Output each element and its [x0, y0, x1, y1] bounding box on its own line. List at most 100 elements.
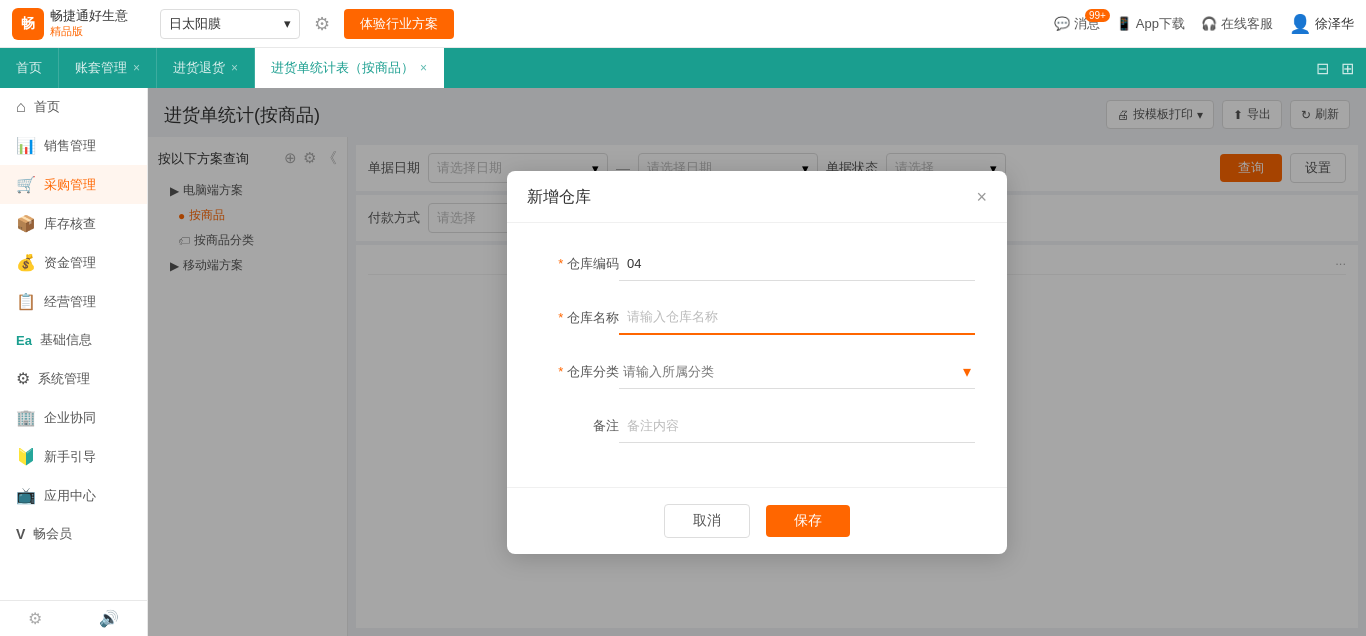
top-right-area: 💬 消息 99+ 📱 App下载 🎧 在线客服 👤 徐泽华	[1054, 13, 1354, 35]
tab-expand-icon[interactable]: ⊞	[1337, 57, 1358, 80]
sidebar-basic-info-label: 基础信息	[40, 331, 92, 349]
tab-purchase-stats-label: 进货单统计表（按商品）	[271, 59, 414, 77]
sidebar-apps-label: 应用中心	[44, 487, 96, 505]
tab-account-close-icon[interactable]: ×	[133, 61, 140, 75]
sidebar-settings-icon[interactable]: ⚙	[28, 609, 42, 628]
sidebar-item-system[interactable]: ⚙ 系统管理	[0, 359, 147, 398]
sidebar-item-enterprise[interactable]: 🏢 企业协同	[0, 398, 147, 437]
cancel-button[interactable]: 取消	[664, 504, 750, 538]
warehouse-name-label: 仓库名称	[539, 309, 619, 327]
sidebar-finance-label: 资金管理	[44, 254, 96, 272]
inventory-icon: 📦	[16, 214, 36, 233]
online-service[interactable]: 🎧 在线客服	[1201, 15, 1273, 33]
sidebar-item-inventory[interactable]: 📦 库存核查	[0, 204, 147, 243]
warehouse-name-input[interactable]	[619, 301, 975, 335]
warehouse-category-input[interactable]	[623, 364, 963, 379]
tab-purchase-return-label: 进货退货	[173, 59, 225, 77]
app-label: App下载	[1136, 15, 1185, 33]
warehouse-code-input[interactable]	[619, 247, 975, 281]
sidebar-guide-label: 新手引导	[44, 448, 96, 466]
sidebar-audio-icon[interactable]: 🔊	[99, 609, 119, 628]
tab-purchase-return-close-icon[interactable]: ×	[231, 61, 238, 75]
modal-body: 仓库编码 仓库名称 仓库分类 ▾	[507, 223, 1007, 487]
sidebar-vip-label: 畅会员	[33, 525, 72, 543]
logo-icon: 畅	[12, 8, 44, 40]
app-icon: 📱	[1116, 16, 1132, 31]
sales-icon: 📊	[16, 136, 36, 155]
main-layout: ⌂ 首页 📊 销售管理 🛒 采购管理 📦 库存核查 💰 资金管理 📋 经营管理 …	[0, 88, 1366, 636]
tab-bar: 首页 账套管理 × 进货退货 × 进货单统计表（按商品） × ⊟ ⊞	[0, 48, 1366, 88]
avatar-icon: 👤	[1289, 13, 1311, 35]
modal-footer: 取消 保存	[507, 487, 1007, 554]
remark-input[interactable]	[619, 409, 975, 443]
modal-close-button[interactable]: ×	[976, 187, 987, 208]
home-icon: ⌂	[16, 98, 26, 116]
brand-name: 畅捷通好生意	[50, 8, 128, 25]
sidebar-item-sales[interactable]: 📊 销售管理	[0, 126, 147, 165]
try-industry-button[interactable]: 体验行业方案	[344, 9, 454, 39]
tab-home-label: 首页	[16, 59, 42, 77]
system-icon: ⚙	[16, 369, 30, 388]
user-area[interactable]: 👤 徐泽华	[1289, 13, 1354, 35]
dropdown-arrow-icon: ▾	[284, 16, 291, 31]
message-notif[interactable]: 💬 消息 99+	[1054, 15, 1100, 33]
warehouse-category-select[interactable]: ▾	[619, 355, 975, 389]
basic-info-icon: Ea	[16, 333, 32, 348]
sidebar-item-purchase[interactable]: 🛒 采购管理	[0, 165, 147, 204]
sidebar-system-label: 系统管理	[38, 370, 90, 388]
tab-account[interactable]: 账套管理 ×	[59, 48, 157, 88]
headset-icon: 🎧	[1201, 16, 1217, 31]
sidebar-purchase-label: 采购管理	[44, 176, 96, 194]
sidebar-item-apps[interactable]: 📺 应用中心	[0, 476, 147, 515]
sidebar-item-finance[interactable]: 💰 资金管理	[0, 243, 147, 282]
top-bar: 畅 畅捷通好生意 精品版 日太阳膜 ▾ ⚙ 体验行业方案 💬 消息 99+ 📱 …	[0, 0, 1366, 48]
sidebar-home-label: 首页	[34, 98, 60, 116]
enterprise-icon: 🏢	[16, 408, 36, 427]
app-download[interactable]: 📱 App下载	[1116, 15, 1185, 33]
warehouse-category-label: 仓库分类	[539, 363, 619, 381]
sidebar-enterprise-label: 企业协同	[44, 409, 96, 427]
remark-label: 备注	[539, 417, 619, 435]
apps-icon: 📺	[16, 486, 36, 505]
tab-account-label: 账套管理	[75, 59, 127, 77]
management-icon: 📋	[16, 292, 36, 311]
form-row-name: 仓库名称	[539, 301, 975, 335]
sidebar-sales-label: 销售管理	[44, 137, 96, 155]
form-row-code: 仓库编码	[539, 247, 975, 281]
add-warehouse-modal: 新增仓库 × 仓库编码 仓库名称 仓库分类	[507, 171, 1007, 554]
edition-label: 精品版	[50, 24, 128, 39]
tab-restore-icon[interactable]: ⊟	[1312, 57, 1333, 80]
message-icon: 💬	[1054, 16, 1070, 31]
tab-home[interactable]: 首页	[0, 48, 59, 88]
logo-area: 畅 畅捷通好生意 精品版	[12, 8, 160, 40]
modal-header: 新增仓库 ×	[507, 171, 1007, 223]
sidebar-item-vip[interactable]: V 畅会员	[0, 515, 147, 553]
tab-purchase-stats-close-icon[interactable]: ×	[420, 61, 427, 75]
form-row-category: 仓库分类 ▾	[539, 355, 975, 389]
sidebar-item-home[interactable]: ⌂ 首页	[0, 88, 147, 126]
sidebar-item-management[interactable]: 📋 经营管理	[0, 282, 147, 321]
tab-purchase-return[interactable]: 进货退货 ×	[157, 48, 255, 88]
tab-actions: ⊟ ⊞	[1304, 57, 1366, 80]
finance-icon: 💰	[16, 253, 36, 272]
service-label: 在线客服	[1221, 15, 1273, 33]
form-row-remark: 备注	[539, 409, 975, 443]
sidebar-item-basic-info[interactable]: Ea 基础信息	[0, 321, 147, 359]
modal-overlay[interactable]: 新增仓库 × 仓库编码 仓库名称 仓库分类	[148, 88, 1366, 636]
sidebar-inventory-label: 库存核查	[44, 215, 96, 233]
tab-purchase-stats[interactable]: 进货单统计表（按商品） ×	[255, 48, 444, 88]
sidebar-management-label: 经营管理	[44, 293, 96, 311]
gear-icon[interactable]: ⚙	[314, 13, 330, 35]
sidebar-item-guide[interactable]: 🔰 新手引导	[0, 437, 147, 476]
user-name: 徐泽华	[1315, 15, 1354, 33]
notif-badge: 99+	[1085, 9, 1110, 22]
search-select[interactable]: 日太阳膜 ▾	[160, 9, 300, 39]
modal-title: 新增仓库	[527, 187, 591, 208]
save-button[interactable]: 保存	[766, 505, 850, 537]
vip-icon: V	[16, 526, 25, 542]
sidebar: ⌂ 首页 📊 销售管理 🛒 采购管理 📦 库存核查 💰 资金管理 📋 经营管理 …	[0, 88, 148, 636]
guide-icon: 🔰	[16, 447, 36, 466]
purchase-icon: 🛒	[16, 175, 36, 194]
content-area: 进货单统计(按商品) 🖨 按模板打印 ▾ ⬆ 导出 ↻ 刷新	[148, 88, 1366, 636]
sidebar-bottom: ⚙ 🔊	[0, 600, 147, 636]
